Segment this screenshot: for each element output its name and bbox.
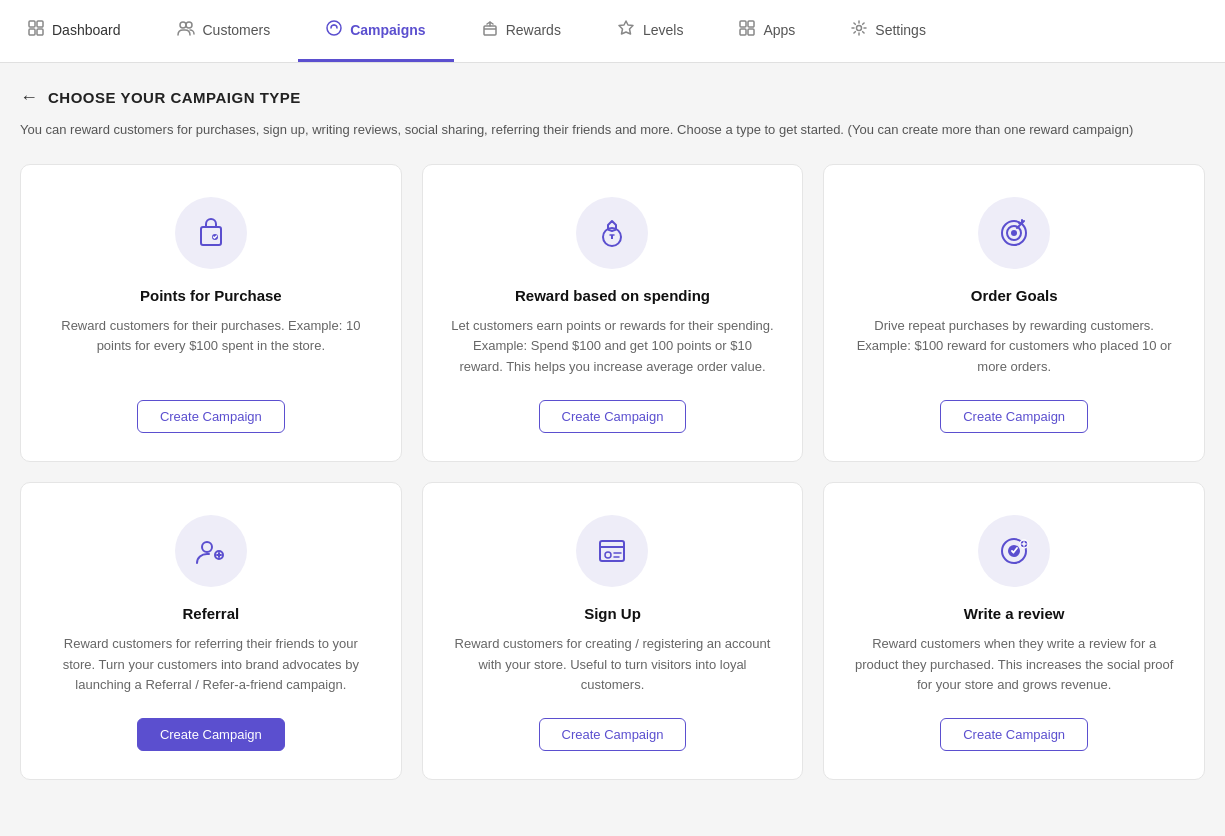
nav-item-settings[interactable]: Settings: [823, 0, 954, 62]
page-description: You can reward customers for purchases, …: [20, 120, 1205, 140]
campaign-card-referral: Referral Reward customers for referring …: [20, 482, 402, 780]
rewards-icon: [482, 20, 498, 40]
nav-item-campaigns[interactable]: Campaigns: [298, 0, 453, 62]
nav-label-campaigns: Campaigns: [350, 22, 425, 38]
review-icon: [996, 533, 1032, 569]
levels-icon: [617, 20, 635, 40]
card-icon-wrap-target: [978, 197, 1050, 269]
svg-rect-2: [29, 29, 35, 35]
page-title: CHOOSE YOUR CAMPAIGN TYPE: [48, 89, 301, 106]
nav-item-dashboard[interactable]: Dashboard: [0, 0, 149, 62]
nav-label-customers: Customers: [203, 22, 271, 38]
card-title-referral: Referral: [182, 605, 239, 622]
svg-point-20: [202, 542, 212, 552]
campaign-card-reward-spending: Reward based on spending Let customers e…: [422, 164, 804, 462]
card-desc-referral: Reward customers for referring their fri…: [49, 634, 373, 696]
card-title-order-goals: Order Goals: [971, 287, 1058, 304]
svg-rect-13: [201, 227, 221, 245]
apps-icon: [739, 20, 755, 40]
campaigns-icon: [326, 20, 342, 40]
campaign-card-order-goals: Order Goals Drive repeat purchases by re…: [823, 164, 1205, 462]
campaign-card-review: Write a review Reward customers when the…: [823, 482, 1205, 780]
referral-icon: [193, 533, 229, 569]
nav-item-levels[interactable]: Levels: [589, 0, 711, 62]
svg-point-4: [180, 22, 186, 28]
svg-point-23: [605, 552, 611, 558]
main-content: ← CHOOSE YOUR CAMPAIGN TYPE You can rewa…: [0, 63, 1225, 804]
nav-item-rewards[interactable]: Rewards: [454, 0, 589, 62]
customers-icon: [177, 20, 195, 40]
card-desc-points: Reward customers for their purchases. Ex…: [49, 316, 373, 378]
nav-label-rewards: Rewards: [506, 22, 561, 38]
card-title-signup: Sign Up: [584, 605, 641, 622]
target-icon: [996, 215, 1032, 251]
card-title-points: Points for Purchase: [140, 287, 282, 304]
signup-icon: [594, 533, 630, 569]
card-icon-wrap-points: [175, 197, 247, 269]
create-campaign-button-review[interactable]: Create Campaign: [940, 718, 1088, 751]
medal-icon: [594, 215, 630, 251]
nav-item-customers[interactable]: Customers: [149, 0, 299, 62]
create-campaign-button-signup[interactable]: Create Campaign: [539, 718, 687, 751]
campaign-grid: Points for Purchase Reward customers for…: [20, 164, 1205, 781]
settings-icon: [851, 20, 867, 40]
page-header: ← CHOOSE YOUR CAMPAIGN TYPE: [20, 87, 1205, 108]
card-icon-wrap-review: [978, 515, 1050, 587]
svg-rect-1: [37, 21, 43, 27]
svg-rect-11: [748, 29, 754, 35]
nav-label-settings: Settings: [875, 22, 926, 38]
svg-point-5: [186, 22, 192, 28]
card-icon-wrap-referral: [175, 515, 247, 587]
create-campaign-button-reward-spending[interactable]: Create Campaign: [539, 400, 687, 433]
create-campaign-button-order-goals[interactable]: Create Campaign: [940, 400, 1088, 433]
svg-rect-0: [29, 21, 35, 27]
svg-point-6: [327, 21, 341, 35]
card-desc-review: Reward customers when they write a revie…: [852, 634, 1176, 696]
svg-rect-7: [484, 26, 496, 35]
svg-rect-8: [740, 21, 746, 27]
card-title-review: Write a review: [964, 605, 1065, 622]
nav-label-apps: Apps: [763, 22, 795, 38]
back-button[interactable]: ←: [20, 87, 38, 108]
svg-rect-10: [740, 29, 746, 35]
svg-rect-9: [748, 21, 754, 27]
svg-point-19: [1011, 230, 1017, 236]
campaign-card-signup: Sign Up Reward customers for creating / …: [422, 482, 804, 780]
card-icon-wrap-medal: [576, 197, 648, 269]
nav-label-dashboard: Dashboard: [52, 22, 121, 38]
dashboard-icon: [28, 20, 44, 40]
nav-bar: Dashboard Customers Campaigns Rewards Le…: [0, 0, 1225, 63]
card-desc-order-goals: Drive repeat purchases by rewarding cust…: [852, 316, 1176, 378]
nav-item-apps[interactable]: Apps: [711, 0, 823, 62]
create-campaign-button-points[interactable]: Create Campaign: [137, 400, 285, 433]
svg-rect-3: [37, 29, 43, 35]
shopping-bag-icon: [193, 215, 229, 251]
svg-point-12: [857, 25, 862, 30]
create-campaign-button-referral[interactable]: Create Campaign: [137, 718, 285, 751]
nav-label-levels: Levels: [643, 22, 683, 38]
svg-rect-22: [600, 541, 624, 561]
card-title-reward-spending: Reward based on spending: [515, 287, 710, 304]
card-desc-signup: Reward customers for creating / register…: [451, 634, 775, 696]
card-icon-wrap-signup: [576, 515, 648, 587]
card-desc-reward-spending: Let customers earn points or rewards for…: [451, 316, 775, 378]
campaign-card-points-for-purchase: Points for Purchase Reward customers for…: [20, 164, 402, 462]
